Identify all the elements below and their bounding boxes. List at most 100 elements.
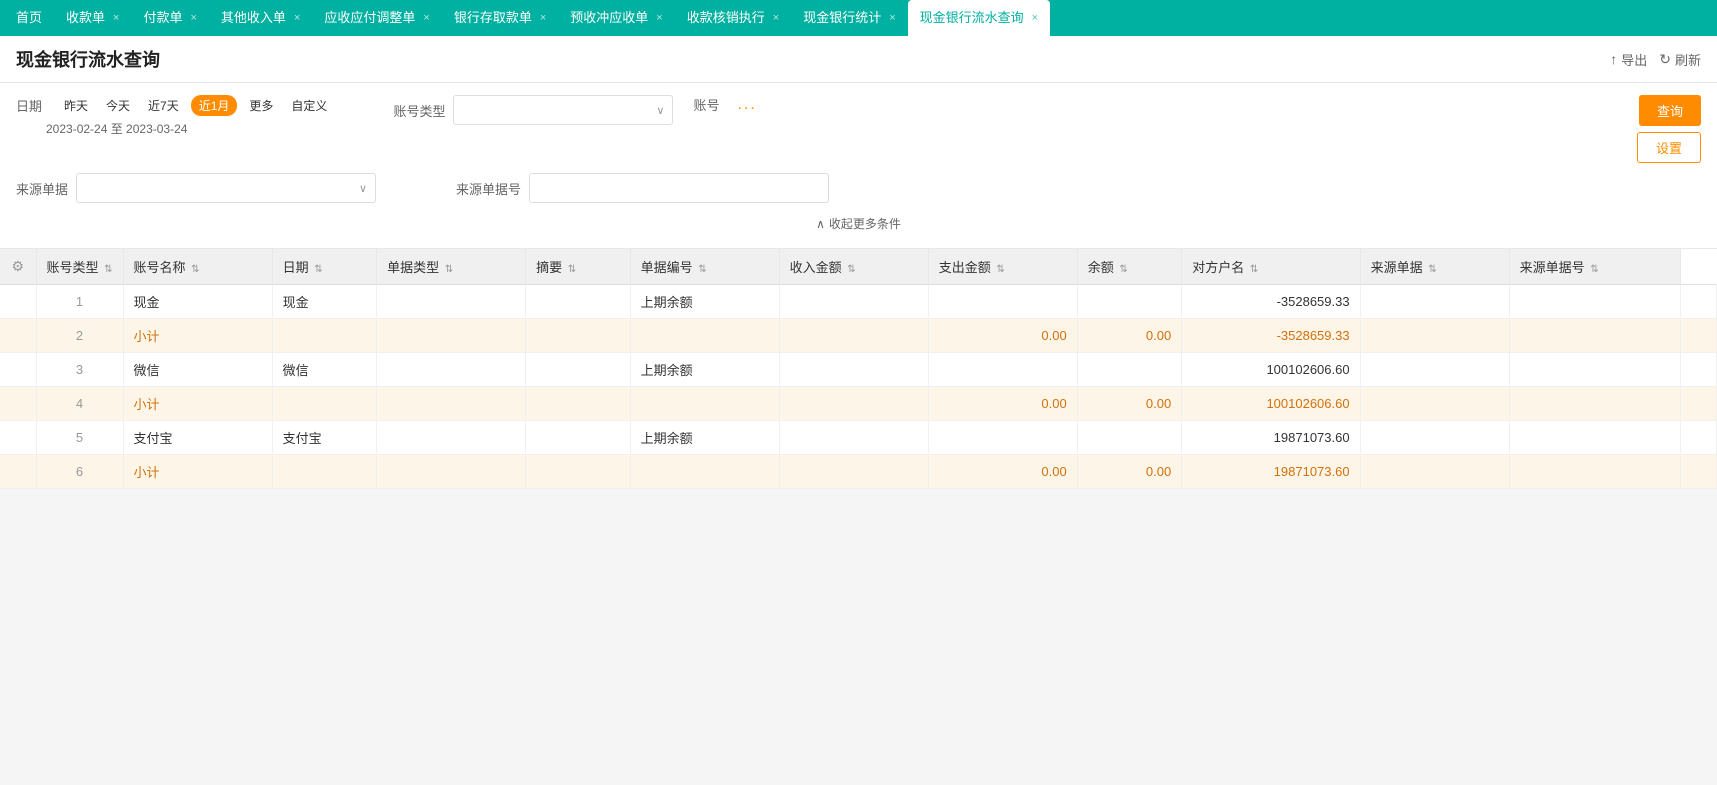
nav-verify[interactable]: 收款核销执行 ×: [675, 0, 791, 36]
date-label: 日期: [16, 96, 52, 115]
cell-expense: 0.00: [1077, 319, 1182, 353]
account-type-label: 账号类型: [393, 101, 445, 120]
close-icon[interactable]: ×: [656, 0, 662, 36]
settings-cell: [0, 285, 36, 319]
close-icon[interactable]: ×: [1032, 0, 1038, 36]
nav-prepay[interactable]: 预收冲应收单 ×: [558, 0, 674, 36]
sort-icon: ⇅: [996, 264, 1004, 275]
date-btn-custom[interactable]: 自定义: [285, 95, 333, 116]
date-btn-7days[interactable]: 近7天: [142, 95, 185, 116]
row-number: 6: [36, 455, 123, 489]
date-btn-yesterday[interactable]: 昨天: [58, 95, 94, 116]
table-header-row: ⚙ 账号类型 ⇅ 账号名称 ⇅ 日期 ⇅ 单据类型 ⇅: [0, 249, 1717, 285]
cell-doc-num: [779, 421, 928, 455]
sort-icon: ⇅: [1428, 264, 1436, 275]
page-title: 现金银行流水查询: [16, 46, 160, 72]
chevron-down-icon: ∨: [359, 182, 367, 195]
action-buttons: 查询 设置: [1637, 95, 1701, 163]
col-balance[interactable]: 余额 ⇅: [1077, 249, 1182, 285]
cell-doc-type: [526, 353, 631, 387]
col-account-name[interactable]: 账号名称 ⇅: [123, 249, 272, 285]
data-table: ⚙ 账号类型 ⇅ 账号名称 ⇅ 日期 ⇅ 单据类型 ⇅: [0, 249, 1717, 489]
export-button[interactable]: ↑ 导出: [1610, 50, 1647, 69]
date-btn-more[interactable]: 更多: [243, 95, 279, 116]
table-row: 6小计0.000.0019871073.60: [0, 455, 1717, 489]
nav-fukuan[interactable]: 付款单 ×: [131, 0, 208, 36]
nav-adjust[interactable]: 应收应付调整单 ×: [312, 0, 441, 36]
cell-doc-type: [526, 387, 631, 421]
table-row: 5支付宝支付宝上期余额19871073.60: [0, 421, 1717, 455]
col-doc-type[interactable]: 单据类型 ⇅: [377, 249, 526, 285]
col-income[interactable]: 收入金额 ⇅: [779, 249, 928, 285]
table-row: 3微信微信上期余额100102606.60: [0, 353, 1717, 387]
cell-balance: 19871073.60: [1182, 455, 1360, 489]
nav-other-income[interactable]: 其他收入单 ×: [209, 0, 312, 36]
refresh-button[interactable]: ↻ 刷新: [1659, 50, 1701, 69]
account-label: 账号: [693, 95, 729, 114]
account-type-select[interactable]: ∨: [453, 95, 673, 125]
col-expense[interactable]: 支出金额 ⇅: [928, 249, 1077, 285]
source-doc-label: 来源单据: [16, 179, 68, 198]
cell-source-doc: [1509, 319, 1680, 353]
source-doc-num-input[interactable]: [529, 173, 829, 203]
sort-icon: ⇅: [314, 264, 322, 275]
cell-date: [377, 387, 526, 421]
sort-icon: ⇅: [104, 264, 112, 275]
date-btn-today[interactable]: 今天: [100, 95, 136, 116]
cell-account-name: 微信: [272, 353, 377, 387]
close-icon[interactable]: ×: [423, 0, 429, 36]
cell-doc-type: [526, 455, 631, 489]
cell-balance: -3528659.33: [1182, 319, 1360, 353]
source-doc-num-filter: 来源单据号: [456, 173, 829, 203]
nav-home[interactable]: 首页: [4, 0, 54, 36]
chevron-down-icon: ∨: [656, 104, 664, 117]
cell-account-name: [272, 319, 377, 353]
collapse-bar[interactable]: ∧ 收起更多条件: [16, 211, 1701, 236]
close-icon[interactable]: ×: [889, 0, 895, 36]
close-icon[interactable]: ×: [190, 0, 196, 36]
sort-icon: ⇅: [568, 264, 576, 275]
gear-icon[interactable]: ⚙: [11, 258, 24, 274]
col-doc-num[interactable]: 单据编号 ⇅: [630, 249, 779, 285]
sort-icon: ⇅: [445, 264, 453, 275]
nav-cash-stat[interactable]: 现金银行统计 ×: [791, 0, 907, 36]
close-icon[interactable]: ×: [773, 0, 779, 36]
cell-summary: [630, 319, 779, 353]
sort-icon: ⇅: [847, 264, 855, 275]
more-dots[interactable]: ...: [737, 96, 756, 114]
col-account-type[interactable]: 账号类型 ⇅: [36, 249, 123, 285]
source-doc-filter: 来源单据 ∨: [16, 173, 376, 203]
cell-account-type: 现金: [123, 285, 272, 319]
table-row: 1现金现金上期余额-3528659.33: [0, 285, 1717, 319]
close-icon[interactable]: ×: [113, 0, 119, 36]
cell-balance: 100102606.60: [1182, 353, 1360, 387]
nav-shoukuan[interactable]: 收款单 ×: [54, 0, 131, 36]
col-source-doc-num[interactable]: 来源单据号 ⇅: [1509, 249, 1680, 285]
col-counterparty[interactable]: 对方户名 ⇅: [1182, 249, 1360, 285]
source-doc-select[interactable]: ∨: [76, 173, 376, 203]
cell-expense: [1077, 353, 1182, 387]
nav-bank-deposit[interactable]: 银行存取款单 ×: [442, 0, 558, 36]
close-icon[interactable]: ×: [294, 0, 300, 36]
cell-counterparty: [1360, 319, 1509, 353]
cell-income: [928, 285, 1077, 319]
settings-cell: [0, 421, 36, 455]
cell-balance: 100102606.60: [1182, 387, 1360, 421]
cell-summary: [630, 387, 779, 421]
col-summary[interactable]: 摘要 ⇅: [526, 249, 631, 285]
cell-source-doc: [1509, 285, 1680, 319]
cell-expense: 0.00: [1077, 387, 1182, 421]
cell-doc-type: [526, 319, 631, 353]
close-icon[interactable]: ×: [540, 0, 546, 36]
query-button[interactable]: 查询: [1639, 95, 1701, 126]
date-btn-1month[interactable]: 近1月: [191, 95, 238, 116]
cell-counterparty: [1360, 421, 1509, 455]
settings-button[interactable]: 设置: [1637, 132, 1701, 163]
refresh-icon: ↻: [1659, 51, 1671, 68]
date-range: 2023-02-24 至 2023-03-24: [46, 120, 333, 137]
cell-summary: 上期余额: [630, 353, 779, 387]
col-date[interactable]: 日期 ⇅: [272, 249, 377, 285]
row-number: 1: [36, 285, 123, 319]
nav-cash-flow[interactable]: 现金银行流水查询 ×: [908, 0, 1050, 36]
col-source-doc[interactable]: 来源单据 ⇅: [1360, 249, 1509, 285]
